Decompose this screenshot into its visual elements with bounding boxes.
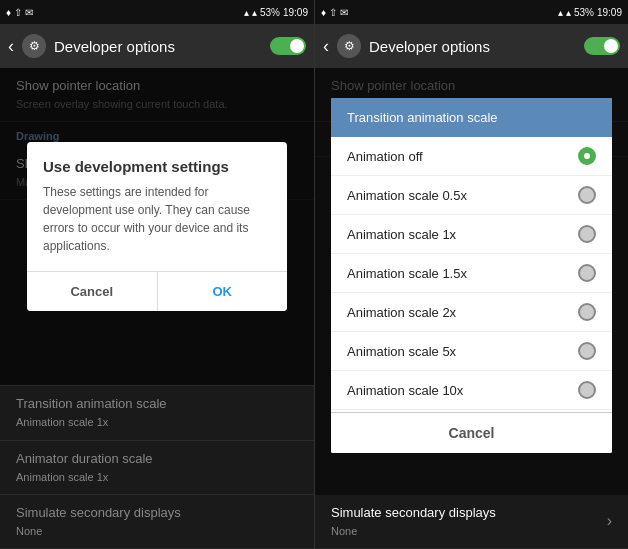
right-dropdown-item-6[interactable]: Animation scale 10x xyxy=(331,371,612,410)
battery-left: 53% xyxy=(260,7,280,18)
right-gear-icon: ⚙ xyxy=(337,34,361,58)
left-status-right: ▴ ▴ 53% 19:09 xyxy=(244,7,308,18)
right-battery: 53% xyxy=(574,7,594,18)
left-transition-title: Transition animation scale xyxy=(16,396,298,413)
right-page-title: Developer options xyxy=(369,38,576,55)
right-item-label-2: Animation scale 1x xyxy=(347,227,456,242)
right-radio-6 xyxy=(578,381,596,399)
left-bottom-settings: Transition animation scale Animation sca… xyxy=(0,385,314,549)
time-left: 19:09 xyxy=(283,7,308,18)
right-item-simulate[interactable]: Simulate secondary displays None › xyxy=(315,495,628,549)
upload-icon: ⇧ xyxy=(14,7,22,18)
right-dropdown-overlay: Transition animation scale Animation off… xyxy=(315,68,628,495)
left-cancel-button[interactable]: Cancel xyxy=(27,272,158,311)
right-dropdown-header: Transition animation scale xyxy=(331,98,612,137)
signal-icon: ▴ xyxy=(252,7,257,18)
right-item-label-4: Animation scale 2x xyxy=(347,305,456,320)
right-status-bar: ♦ ⇧ ✉ ▴ ▴ 53% 19:09 xyxy=(315,0,628,24)
right-status-right: ▴ ▴ 53% 19:09 xyxy=(558,7,622,18)
left-simulate-title: Simulate secondary displays xyxy=(16,505,298,522)
right-radio-2 xyxy=(578,225,596,243)
right-dropdown-item-5[interactable]: Animation scale 5x xyxy=(331,332,612,371)
left-status-left: ♦ ⇧ ✉ xyxy=(6,7,33,18)
right-wifi-icon: ▴ xyxy=(558,7,563,18)
left-status-bar: ♦ ⇧ ✉ ▴ ▴ 53% 19:09 xyxy=(0,0,314,24)
notif-icon: ✉ xyxy=(25,7,33,18)
right-bottom-settings: Simulate secondary displays None › xyxy=(315,495,628,549)
left-gear-icon: ⚙ xyxy=(22,34,46,58)
right-status-left: ♦ ⇧ ✉ xyxy=(321,7,348,18)
right-signal-icon: ▴ xyxy=(566,7,571,18)
left-dialog-title: Use development settings xyxy=(27,142,287,183)
left-dialog-overlay: Use development settings These settings … xyxy=(0,68,314,385)
right-dropdown-item-0[interactable]: Animation off xyxy=(331,137,612,176)
right-radio-3 xyxy=(578,264,596,282)
right-dropdown-item-1[interactable]: Animation scale 0.5x xyxy=(331,176,612,215)
right-settings-content: Show pointer location Screen overlay sho… xyxy=(315,68,628,495)
right-item-label-1: Animation scale 0.5x xyxy=(347,188,467,203)
right-top-bar: ‹ ⚙ Developer options xyxy=(315,24,628,68)
right-dropdown-item-2[interactable]: Animation scale 1x xyxy=(331,215,612,254)
right-panel: ♦ ⇧ ✉ ▴ ▴ 53% 19:09 ‹ ⚙ Developer option… xyxy=(314,0,628,549)
right-back-arrow[interactable]: ‹ xyxy=(323,36,329,57)
left-dialog-buttons: Cancel OK xyxy=(27,271,287,311)
right-bluetooth-icon: ♦ xyxy=(321,7,326,18)
right-radio-4 xyxy=(578,303,596,321)
left-animator-sub: Animation scale 1x xyxy=(16,470,298,484)
left-animator-title: Animator duration scale xyxy=(16,451,298,468)
right-simulate-arrow: › xyxy=(607,512,612,530)
right-radio-5 xyxy=(578,342,596,360)
right-simulate-text: Simulate secondary displays None xyxy=(331,505,496,538)
right-dropdown-item-3[interactable]: Animation scale 1.5x xyxy=(331,254,612,293)
right-toggle[interactable] xyxy=(584,37,620,55)
left-item-transition: Transition animation scale Animation sca… xyxy=(0,386,314,440)
right-dropdown-cancel[interactable]: Cancel xyxy=(331,412,612,453)
left-simulate-sub: None xyxy=(16,524,298,538)
left-dialog: Use development settings These settings … xyxy=(27,142,287,311)
right-dropdown-item-4[interactable]: Animation scale 2x xyxy=(331,293,612,332)
left-back-arrow[interactable]: ‹ xyxy=(8,36,14,57)
right-radio-0 xyxy=(578,147,596,165)
right-radio-1 xyxy=(578,186,596,204)
left-item-simulate: Simulate secondary displays None xyxy=(0,495,314,549)
left-page-title: Developer options xyxy=(54,38,262,55)
right-simulate-title: Simulate secondary displays xyxy=(331,505,496,522)
right-item-label-6: Animation scale 10x xyxy=(347,383,463,398)
right-notif-icon: ✉ xyxy=(340,7,348,18)
left-ok-button[interactable]: OK xyxy=(158,272,288,311)
right-item-label-3: Animation scale 1.5x xyxy=(347,266,467,281)
left-top-bar: ‹ ⚙ Developer options xyxy=(0,24,314,68)
left-transition-sub: Animation scale 1x xyxy=(16,415,298,429)
right-simulate-sub: None xyxy=(331,524,496,538)
left-item-animator: Animator duration scale Animation scale … xyxy=(0,441,314,495)
left-settings-content: Show pointer location Screen overlay sho… xyxy=(0,68,314,385)
right-upload-icon: ⇧ xyxy=(329,7,337,18)
right-dropdown-menu: Transition animation scale Animation off… xyxy=(331,98,612,453)
bluetooth-icon: ♦ xyxy=(6,7,11,18)
left-dialog-body: These settings are intended for developm… xyxy=(27,183,287,271)
wifi-icon: ▴ xyxy=(244,7,249,18)
left-toggle[interactable] xyxy=(270,37,306,55)
right-item-label-5: Animation scale 5x xyxy=(347,344,456,359)
right-item-label-0: Animation off xyxy=(347,149,423,164)
left-panel: ♦ ⇧ ✉ ▴ ▴ 53% 19:09 ‹ ⚙ Developer option… xyxy=(0,0,314,549)
right-time: 19:09 xyxy=(597,7,622,18)
